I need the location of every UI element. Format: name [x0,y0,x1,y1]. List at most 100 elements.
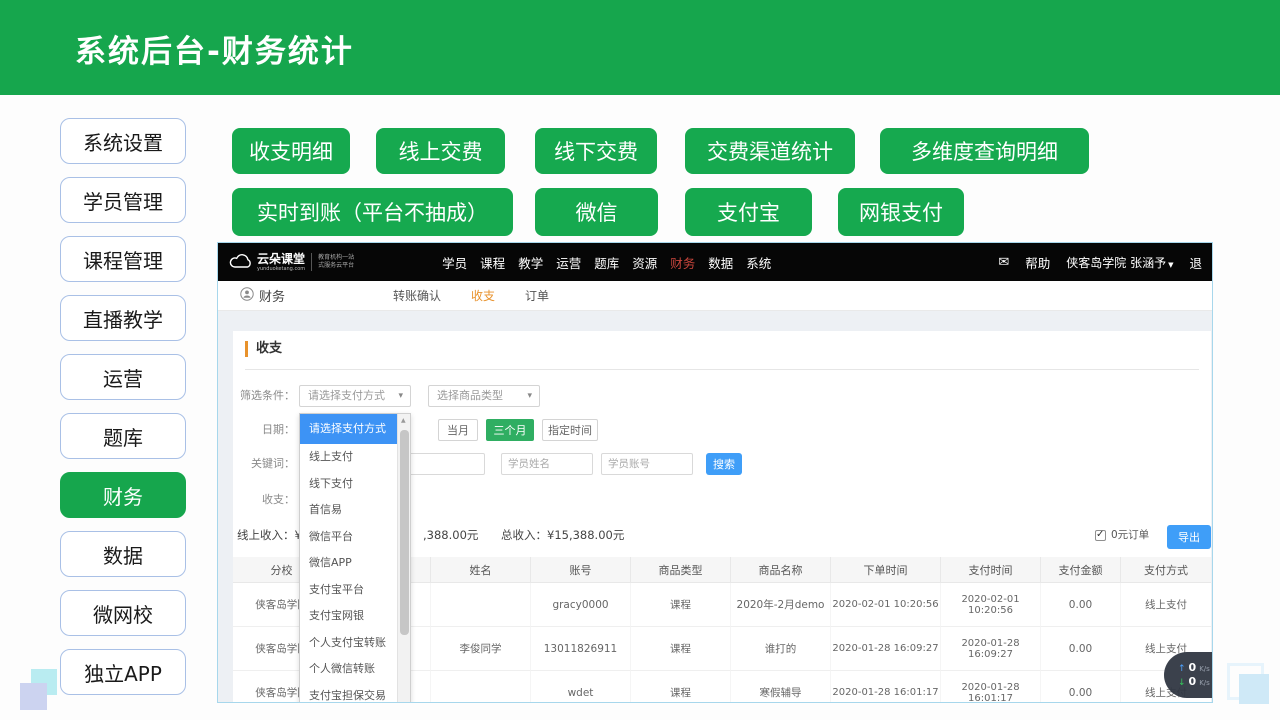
admin-nav-right: ✉ 帮助 侠客岛学院 张涵予▼ 退 [998,253,1212,272]
admin-nav-courses[interactable]: 课程 [480,253,505,272]
admin-nav-question-bank[interactable]: 题库 [594,253,619,272]
sidebar: 系统设置 学员管理 课程管理 直播教学 运营 题库 财务 数据 微网校 独立AP… [60,118,186,695]
download-arrow-icon: ↓ [1178,679,1186,688]
col-pay-time: 支付时间 [941,557,1041,583]
brand-domain: yunduoketang.com [257,267,305,272]
dropdown-option[interactable]: 支付宝平台 [300,577,410,604]
sidebar-item-live-teaching[interactable]: 直播教学 [60,295,186,341]
toolbar-btn-online-payment[interactable]: 线上交费 [376,128,505,174]
toolbar-btn-alipay[interactable]: 支付宝 [685,188,812,236]
toolbar-btn-wechat[interactable]: 微信 [535,188,658,236]
cloud-logo-icon [228,252,254,273]
sidebar-item-data[interactable]: 数据 [60,531,186,577]
page: 系统后台-财务统计 系统设置 学员管理 课程管理 直播教学 运营 题库 财务 数… [0,0,1280,720]
tab-transfer-confirm[interactable]: 转账确认 [393,287,441,308]
admin-subnav: 财务 转账确认 收支 订单 [218,281,1212,311]
online-income-tail: ,388.00元 [423,527,478,543]
date-three-months-button[interactable]: 三个月 [486,419,534,441]
brand-name-block: 云朵课堂 yunduoketang.com [257,253,305,272]
dropdown-option[interactable]: 微信平台 [300,524,410,551]
logo-divider [311,253,312,271]
toolbar-btn-payment-channel-stats[interactable]: 交费渠道统计 [685,128,855,174]
panel-title: 收支 [245,341,282,357]
toolbar-btn-netbank-payment[interactable]: 网银支付 [838,188,964,236]
page-title: 系统后台-财务统计 [75,26,354,71]
tab-orders[interactable]: 订单 [525,287,549,308]
download-speed: ↓ 0 K/s [1178,676,1213,688]
tab-income-expense[interactable]: 收支 [471,287,495,308]
dropdown-option[interactable]: 线上支付 [300,444,410,471]
dropdown-option[interactable]: 个人微信转账 [300,656,410,683]
student-account-input[interactable] [601,453,693,475]
student-name-input[interactable] [501,453,593,475]
chevron-down-icon: ▼ [1168,261,1173,269]
zero-order-checkbox[interactable] [1095,530,1106,541]
sidebar-item-system-settings[interactable]: 系统设置 [60,118,186,164]
export-button[interactable]: 导出 [1167,525,1211,549]
search-button[interactable]: 搜索 [706,453,742,475]
module-title: 财务 [259,286,285,305]
filter-date-label: 日期： [233,419,295,441]
dropdown-scroll-thumb[interactable] [400,430,409,635]
admin-nav-teaching[interactable]: 教学 [518,253,543,272]
dropdown-option[interactable]: 请选择支付方式 [300,414,410,444]
col-pay-amount: 支付金额 [1041,557,1121,583]
admin-topnav: 云朵课堂 yunduoketang.com 教育机构一站 式服务云平台 学员 课… [218,243,1212,281]
filter-keyword-label: 关键词： [233,453,295,475]
admin-nav-system[interactable]: 系统 [746,253,771,272]
help-link[interactable]: 帮助 [1025,253,1050,272]
brand-logo[interactable]: 云朵课堂 yunduoketang.com 教育机构一站 式服务云平台 [228,252,354,273]
col-pay-method: 支付方式 [1121,557,1211,583]
page-header: 系统后台-财务统计 [0,0,1280,95]
logout-link[interactable]: 退 [1189,253,1202,272]
panel-divider [245,369,1199,370]
pay-method-select[interactable]: 请选择支付方式 [299,385,411,407]
admin-nav-students[interactable]: 学员 [442,253,467,272]
col-product-name: 商品名称 [731,557,831,583]
filter-condition-label: 筛选条件： [233,385,295,407]
toolbar-btn-realtime-settlement[interactable]: 实时到账（平台不抽成） [232,188,513,236]
finance-person-icon [240,287,254,305]
col-product-type: 商品类型 [631,557,731,583]
dropdown-option[interactable]: 个人支付宝转账 [300,630,410,657]
decor-square-lavender [20,683,47,710]
sidebar-item-operations[interactable]: 运营 [60,354,186,400]
sidebar-item-question-bank[interactable]: 题库 [60,413,186,459]
col-order-time: 下单时间 [831,557,941,583]
sidebar-item-course-management[interactable]: 课程管理 [60,236,186,282]
admin-content: 收支 筛选条件： 请选择支付方式 选择商品类型 日期： 当月 三个月 指定时间 … [218,311,1212,702]
date-custom-range-button[interactable]: 指定时间 [542,419,598,441]
dropdown-option[interactable]: 微信APP [300,550,410,577]
admin-nav-data[interactable]: 数据 [708,253,733,272]
network-speed-widget: ↑ 0 K/s ↓ 0 K/s [1164,652,1213,698]
module-label: 财务 [240,286,285,305]
upload-speed: ↑ 0 K/s [1178,662,1213,674]
dropdown-option[interactable]: 首信易 [300,497,410,524]
dropdown-scrollbar[interactable] [397,414,410,703]
mail-icon[interactable]: ✉ [998,255,1009,270]
col-name: 姓名 [431,557,531,583]
zero-order-label: 0元订单 [1111,527,1149,543]
sidebar-item-student-management[interactable]: 学员管理 [60,177,186,223]
decor-square-fill [1239,674,1269,704]
date-current-month-button[interactable]: 当月 [438,419,478,441]
product-type-select[interactable]: 选择商品类型 [428,385,540,407]
toolbar-btn-income-expense-detail[interactable]: 收支明细 [232,128,350,174]
toolbar-btn-offline-payment[interactable]: 线下交费 [535,128,657,174]
admin-screenshot: 云朵课堂 yunduoketang.com 教育机构一站 式服务云平台 学员 课… [217,242,1213,703]
total-income: 总收入：¥15,388.00元 [501,527,624,543]
sidebar-item-micro-school[interactable]: 微网校 [60,590,186,636]
sidebar-item-standalone-app[interactable]: 独立APP [60,649,186,695]
online-income-label: 线上收入：¥ [237,527,302,543]
dropdown-option[interactable]: 支付宝网银 [300,603,410,630]
toolbar-btn-multi-dimension-query[interactable]: 多维度查询明细 [880,128,1089,174]
admin-nav-operations[interactable]: 运营 [556,253,581,272]
account-menu[interactable]: 侠客岛学院 张涵予▼ [1066,254,1173,271]
admin-nav-finance[interactable]: 财务 [670,253,695,272]
pay-method-dropdown: 请选择支付方式 线上支付 线下支付 首信易 微信平台 微信APP 支付宝平台 支… [299,413,411,703]
account-name: 侠客岛学院 张涵予 [1066,256,1166,270]
dropdown-option[interactable]: 线下支付 [300,471,410,498]
admin-nav-resources[interactable]: 资源 [632,253,657,272]
sidebar-item-finance[interactable]: 财务 [60,472,186,518]
dropdown-option[interactable]: 支付宝担保交易 [300,683,410,704]
